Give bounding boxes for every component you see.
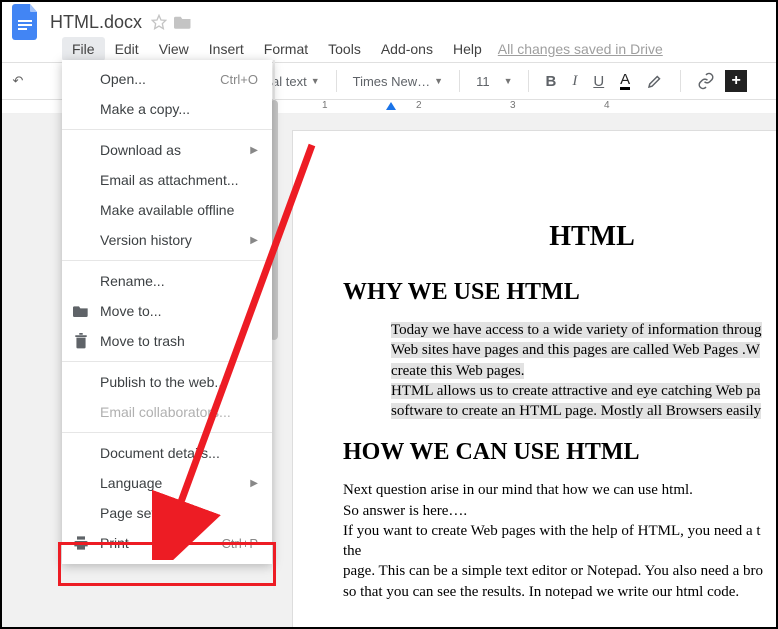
- menu-item-label: Language: [100, 475, 162, 491]
- print-icon: [72, 534, 90, 552]
- menu-item-label: Email as attachment...: [100, 172, 239, 188]
- menu-insert[interactable]: Insert: [199, 37, 254, 61]
- text-color-label: A: [620, 73, 630, 90]
- doc-text: Next question arise in our mind that how…: [343, 480, 776, 500]
- indent-marker-icon[interactable]: [386, 102, 396, 110]
- menu-tools[interactable]: Tools: [318, 37, 371, 61]
- chevron-right-icon: ▶: [250, 235, 258, 246]
- menu-view[interactable]: View: [149, 37, 199, 61]
- menu-item-label: Download as: [100, 142, 181, 158]
- file-menu-language[interactable]: Language ▶: [62, 468, 272, 498]
- file-menu-email-collaborators: Email collaborators...: [62, 397, 272, 427]
- doc-text: If you want to create Web pages with the…: [343, 521, 776, 541]
- doc-text: HTML allows us to create attractive and …: [391, 383, 760, 399]
- menu-shortcut: Ctrl+O: [220, 72, 258, 87]
- trash-icon: [72, 332, 90, 350]
- file-menu-page-setup[interactable]: Page setup...: [62, 498, 272, 528]
- menu-file[interactable]: File: [62, 37, 105, 61]
- chevron-down-icon: ▼: [311, 76, 320, 86]
- menu-shortcut: Ctrl+P: [222, 536, 258, 551]
- doc-heading-title: HTML: [343, 221, 776, 253]
- doc-text: Web sites have pages and this pages are …: [391, 342, 760, 358]
- menu-item-label: Open...: [100, 71, 146, 87]
- docs-logo-icon[interactable]: [10, 2, 42, 42]
- menu-item-label: Page setup...: [100, 505, 183, 521]
- menu-separator: [62, 129, 272, 130]
- file-menu-move-to[interactable]: Move to...: [62, 296, 272, 326]
- menu-item-label: Email collaborators...: [100, 404, 231, 420]
- chevron-down-icon: ▼: [434, 76, 443, 86]
- file-menu-email-attachment[interactable]: Email as attachment...: [62, 165, 272, 195]
- font-size-label: 11: [476, 74, 490, 89]
- file-menu-make-copy[interactable]: Make a copy...: [62, 94, 272, 124]
- chevron-down-icon: ▼: [504, 76, 513, 86]
- save-status[interactable]: All changes saved in Drive: [498, 41, 663, 57]
- insert-link-button[interactable]: [691, 68, 721, 94]
- undo-button[interactable]: ↶: [10, 73, 26, 89]
- file-menu-download-as[interactable]: Download as ▶: [62, 135, 272, 165]
- menu-item-label: Document details...: [100, 445, 220, 461]
- menu-item-label: Make a copy...: [100, 101, 190, 117]
- font-family-select[interactable]: Times New… ▼: [347, 70, 449, 93]
- doc-heading-why: WHY WE USE HTML: [343, 279, 776, 306]
- doc-heading-how: HOW WE CAN USE HTML: [343, 439, 776, 466]
- file-menu-rename[interactable]: Rename...: [62, 266, 272, 296]
- italic-button[interactable]: I: [566, 69, 583, 94]
- ruler-tick: 1: [322, 100, 416, 113]
- ruler-tick: 4: [604, 100, 698, 113]
- file-menu-move-to-trash[interactable]: Move to trash: [62, 326, 272, 356]
- menu-separator: [62, 361, 272, 362]
- menu-help[interactable]: Help: [443, 37, 492, 61]
- underline-button[interactable]: U: [587, 69, 610, 94]
- file-menu-make-offline[interactable]: Make available offline: [62, 195, 272, 225]
- folder-move-icon[interactable]: [174, 13, 192, 31]
- menu-separator: [62, 260, 272, 261]
- toolbar-separator: [459, 70, 460, 92]
- doc-text: Today we have access to a wide variety o…: [391, 322, 762, 338]
- link-icon: [697, 72, 715, 90]
- file-menu-version-history[interactable]: Version history ▶: [62, 225, 272, 255]
- menu-edit[interactable]: Edit: [105, 37, 149, 61]
- font-family-label: Times New…: [353, 74, 431, 89]
- more-toolbar-button[interactable]: +: [725, 70, 747, 92]
- highlighter-icon: [646, 72, 664, 90]
- menu-format[interactable]: Format: [254, 37, 318, 61]
- file-menu-dropdown: Open... Ctrl+O Make a copy... Download a…: [62, 60, 272, 564]
- menu-item-label: Move to trash: [100, 333, 185, 349]
- doc-text: create this Web pages.: [391, 363, 524, 379]
- doc-text: so that you can see the results. In note…: [343, 582, 776, 602]
- menu-item-label: Make available offline: [100, 202, 234, 218]
- doc-text: page. This can be a simple text editor o…: [343, 561, 776, 581]
- text-color-button[interactable]: A: [614, 69, 636, 94]
- doc-text: So answer is here….: [343, 501, 776, 521]
- file-menu-publish-web[interactable]: Publish to the web...: [62, 367, 272, 397]
- menu-item-label: Move to...: [100, 303, 161, 319]
- doc-text: the: [343, 541, 776, 561]
- chevron-right-icon: ▶: [250, 478, 258, 489]
- bold-button[interactable]: B: [539, 69, 562, 94]
- ruler-tick: 3: [510, 100, 604, 113]
- menu-separator: [62, 432, 272, 433]
- document-title[interactable]: HTML.docx: [50, 12, 142, 33]
- folder-icon: [72, 302, 90, 320]
- menu-item-label: Publish to the web...: [100, 374, 226, 390]
- toolbar-separator: [336, 70, 337, 92]
- file-menu-print[interactable]: Print Ctrl+P: [62, 528, 272, 558]
- toolbar-separator: [680, 70, 681, 92]
- chevron-right-icon: ▶: [250, 145, 258, 156]
- file-menu-open[interactable]: Open... Ctrl+O: [62, 64, 272, 94]
- menu-item-label: Print: [100, 535, 129, 551]
- star-icon[interactable]: [150, 13, 168, 31]
- menu-item-label: Version history: [100, 232, 192, 248]
- file-menu-document-details[interactable]: Document details...: [62, 438, 272, 468]
- ruler-tick: 2: [416, 100, 510, 113]
- doc-text: software to create an HTML page. Mostly …: [391, 403, 761, 419]
- document-page[interactable]: HTML WHY WE USE HTML Today we have acces…: [292, 130, 776, 627]
- menu-item-label: Rename...: [100, 273, 165, 289]
- toolbar-separator: [528, 70, 529, 92]
- font-size-select[interactable]: 11 ▼: [470, 70, 518, 93]
- menu-addons[interactable]: Add-ons: [371, 37, 443, 61]
- highlight-color-button[interactable]: [640, 68, 670, 94]
